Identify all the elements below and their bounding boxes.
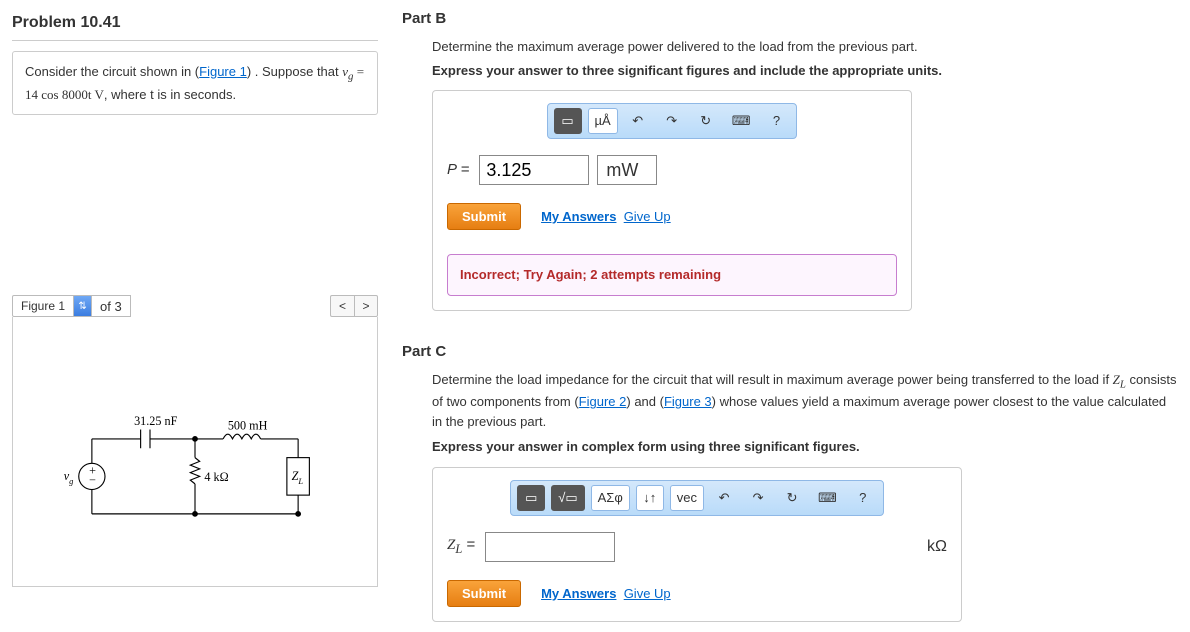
figure-count: of 3 bbox=[92, 295, 131, 317]
part-c-instr: Express your answer in complex form usin… bbox=[432, 437, 1178, 457]
statement-text: Consider the circuit shown in ( bbox=[25, 64, 199, 79]
reset-icon[interactable]: ↻ bbox=[778, 485, 806, 511]
sqrt-icon[interactable]: √▭ bbox=[551, 485, 584, 511]
part-b-instr: Express your answer to three significant… bbox=[432, 61, 1178, 81]
part-b-label: P = bbox=[447, 159, 469, 182]
svg-text:31.25 nF: 31.25 nF bbox=[134, 414, 178, 428]
part-c-answer-box: ▭ √▭ ΑΣφ ↓↑ vec ↶ ↷ ↻ ⌨ ? ZL = bbox=[432, 467, 962, 622]
reset-icon[interactable]: ↻ bbox=[692, 108, 720, 134]
part-c-unit: kΩ bbox=[927, 535, 947, 559]
templates-icon[interactable]: ▭ bbox=[517, 485, 545, 511]
problem-statement: Consider the circuit shown in (Figure 1)… bbox=[12, 51, 378, 115]
part-c-toolbar: ▭ √▭ ΑΣφ ↓↑ vec ↶ ↷ ↻ ⌨ ? bbox=[510, 480, 884, 516]
undo-icon[interactable]: ↶ bbox=[710, 485, 738, 511]
part-c-text: Determine the load impedance for the cir… bbox=[432, 370, 1178, 432]
part-c-title: Part C bbox=[402, 343, 1178, 360]
part-b-submit-button[interactable]: Submit bbox=[447, 203, 521, 230]
pc-t1: Determine the load impedance for the cir… bbox=[432, 372, 1113, 387]
redo-icon[interactable]: ↷ bbox=[744, 485, 772, 511]
figure-stepper[interactable]: ⇅ bbox=[74, 295, 92, 317]
keyboard-icon[interactable]: ⌨ bbox=[812, 485, 843, 511]
part-b-unit-input[interactable]: mW bbox=[597, 155, 657, 185]
vec-icon[interactable]: vec bbox=[670, 485, 704, 511]
circuit-svg: 31.25 nF 500 mH vg + − 4 kΩ ZL bbox=[45, 392, 345, 542]
part-c-submit-button[interactable]: Submit bbox=[447, 580, 521, 607]
part-b-title: Part B bbox=[402, 10, 1178, 27]
part-b-feedback: Incorrect; Try Again; 2 attempts remaini… bbox=[447, 254, 897, 296]
svg-text:500 mH: 500 mH bbox=[228, 418, 268, 432]
part-b-give-up-link[interactable]: Give Up bbox=[624, 209, 671, 224]
help-icon[interactable]: ? bbox=[762, 108, 790, 134]
figure-panel: 31.25 nF 500 mH vg + − 4 kΩ ZL bbox=[12, 317, 378, 587]
figure-name: Figure 1 bbox=[12, 295, 74, 317]
figure3-link[interactable]: Figure 3 bbox=[664, 394, 712, 409]
redo-icon[interactable]: ↷ bbox=[658, 108, 686, 134]
greek-icon[interactable]: ΑΣφ bbox=[591, 485, 630, 511]
pc-zl: Z bbox=[1113, 372, 1120, 387]
figure2-link[interactable]: Figure 2 bbox=[579, 394, 627, 409]
figure-next-button[interactable]: > bbox=[354, 295, 378, 317]
statement-post: ) . Suppose that bbox=[247, 64, 342, 79]
svg-text:vg: vg bbox=[64, 469, 74, 486]
part-b-toolbar: ▭ µÅ ↶ ↷ ↻ ⌨ ? bbox=[547, 103, 798, 139]
part-b-answer-box: ▭ µÅ ↶ ↷ ↻ ⌨ ? P = mW Submit My Answers bbox=[432, 90, 912, 311]
problem-title: Problem 10.41 bbox=[12, 10, 378, 41]
svg-text:4 kΩ: 4 kΩ bbox=[204, 470, 228, 484]
figure1-link-inline[interactable]: Figure 1 bbox=[199, 64, 247, 79]
part-b-text: Determine the maximum average power deli… bbox=[432, 37, 1178, 57]
part-c-label: ZL = bbox=[447, 534, 475, 559]
units-icon[interactable]: µÅ bbox=[588, 108, 618, 134]
part-c-value-input[interactable] bbox=[485, 532, 615, 562]
figure-prev-button[interactable]: < bbox=[330, 295, 354, 317]
pc-t3: ) and ( bbox=[626, 394, 664, 409]
undo-icon[interactable]: ↶ bbox=[624, 108, 652, 134]
keyboard-icon[interactable]: ⌨ bbox=[726, 108, 757, 134]
part-b-my-answers-link[interactable]: My Answers bbox=[541, 209, 616, 224]
part-b-value-input[interactable] bbox=[479, 155, 589, 185]
svg-text:−: − bbox=[89, 473, 96, 487]
help-icon[interactable]: ? bbox=[849, 485, 877, 511]
templates-icon[interactable]: ▭ bbox=[554, 108, 582, 134]
figure-bar: Figure 1 ⇅ of 3 < > bbox=[12, 295, 378, 317]
statement-tail: , where t is in seconds. bbox=[104, 87, 236, 102]
subscript-icon[interactable]: ↓↑ bbox=[636, 485, 664, 511]
